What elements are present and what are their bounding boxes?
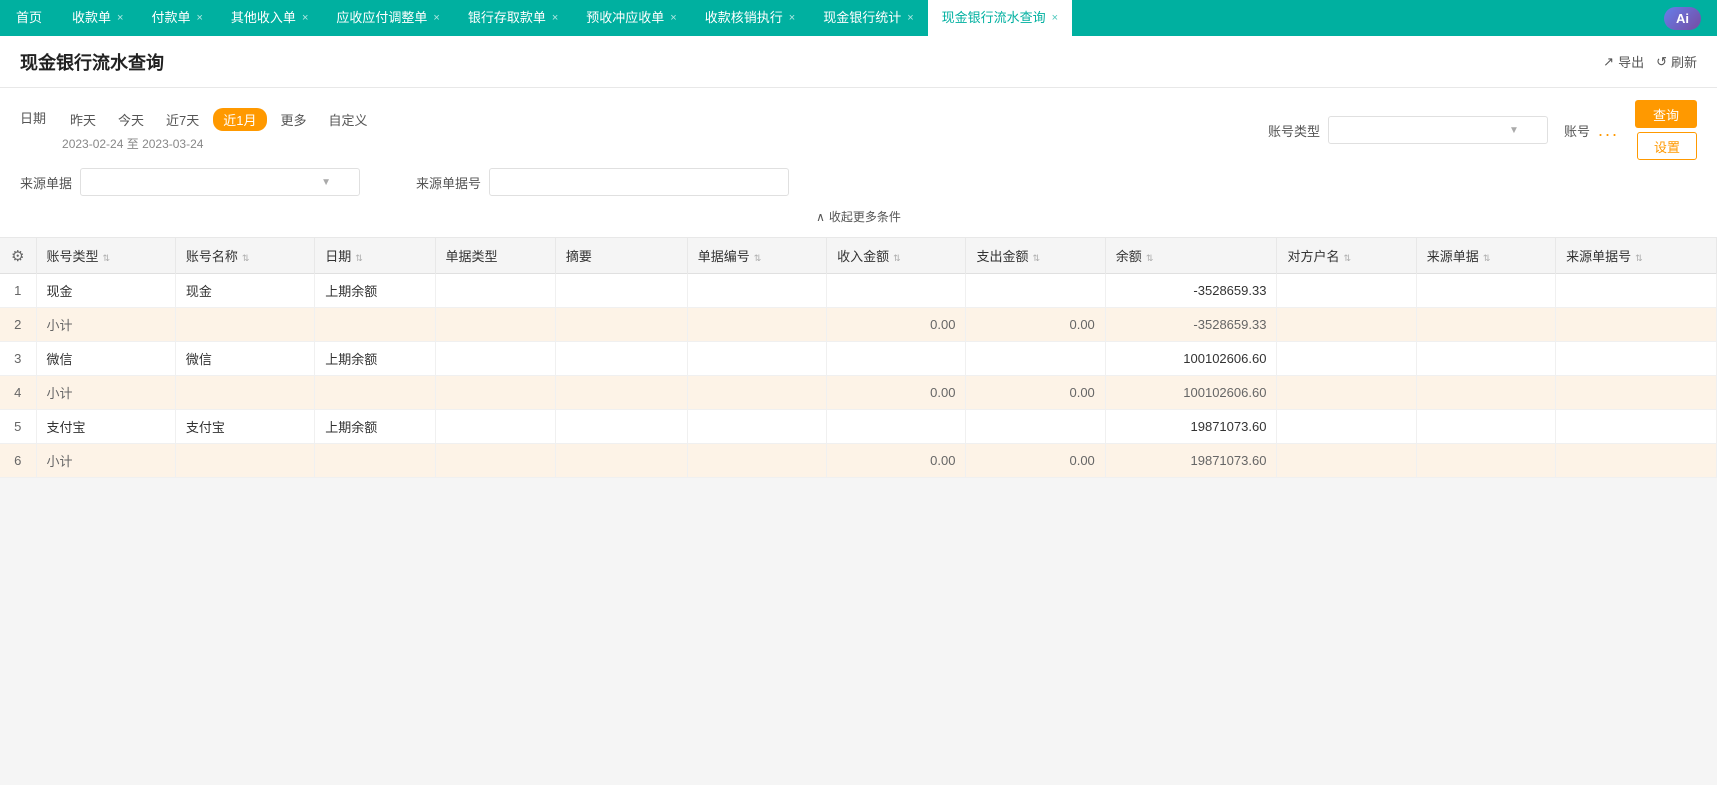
account-label: 账号 xyxy=(1564,121,1590,140)
sort-source-doc-no[interactable]: ⇅ xyxy=(1635,253,1643,263)
nav-tab-tongji[interactable]: 现金银行统计 × xyxy=(809,0,927,36)
account-type-label: 账号类型 xyxy=(1268,121,1320,140)
table-row[interactable]: 1现金现金上期余额-3528659.33 xyxy=(0,274,1717,308)
col-counterpart: 对方户名⇅ xyxy=(1277,238,1416,274)
date-opt-1month[interactable]: 近1月 xyxy=(213,108,266,131)
date-opt-7days[interactable]: 近7天 xyxy=(158,108,207,131)
source-doc-no-label: 来源单据号 xyxy=(416,173,481,192)
account-type-section: 账号类型 ▼ xyxy=(1268,116,1548,144)
source-doc-no-section: 来源单据号 xyxy=(416,168,789,196)
col-account-name: 账号名称⇅ xyxy=(175,238,314,274)
filter-area: 日期 昨天 今天 近7天 近1月 更多 自定义 2023-02-24 至 202… xyxy=(0,88,1717,238)
header-actions: ↗ 导出 ↺ 刷新 xyxy=(1603,52,1697,71)
nav-tab-yushou[interactable]: 预收冲应收单 × xyxy=(572,0,690,36)
col-expense: 支出金额⇅ xyxy=(966,238,1105,274)
export-icon: ↗ xyxy=(1603,54,1614,70)
filter-date-section: 日期 昨天 今天 近7天 近1月 更多 自定义 2023-02-24 至 202… xyxy=(20,108,1192,152)
table-header-row: ⚙ 账号类型⇅ 账号名称⇅ 日期⇅ 单据类型 摘要 单据编号⇅ 收入金额⇅ xyxy=(0,238,1717,274)
close-fukuan-tab[interactable]: × xyxy=(196,0,202,36)
nav-tab-shoukuan[interactable]: 收款单 × xyxy=(58,0,137,36)
table-row[interactable]: 6小计0.000.0019871073.60 xyxy=(0,444,1717,478)
sort-balance[interactable]: ⇅ xyxy=(1146,253,1154,263)
header-bar: 现金银行流水查询 ↗ 导出 ↺ 刷新 xyxy=(0,36,1717,88)
table-row[interactable]: 5支付宝支付宝上期余额19871073.60 xyxy=(0,410,1717,444)
data-table: ⚙ 账号类型⇅ 账号名称⇅ 日期⇅ 单据类型 摘要 单据编号⇅ 收入金额⇅ xyxy=(0,238,1717,478)
refresh-button[interactable]: ↺ 刷新 xyxy=(1656,52,1697,71)
close-qitashouru-tab[interactable]: × xyxy=(302,0,308,36)
date-label: 日期 xyxy=(20,108,46,127)
close-tiaozheng-tab[interactable]: × xyxy=(433,0,439,36)
settings-button[interactable]: 设置 xyxy=(1637,132,1697,160)
col-source-doc-no: 来源单据号⇅ xyxy=(1556,238,1717,274)
account-type-arrow-icon: ▼ xyxy=(1509,125,1519,136)
date-opt-yesterday[interactable]: 昨天 xyxy=(62,108,104,131)
date-opt-custom[interactable]: 自定义 xyxy=(321,108,376,131)
date-opt-more[interactable]: 更多 xyxy=(273,108,315,131)
column-settings-icon[interactable]: ⚙ xyxy=(11,248,24,265)
account-type-select[interactable]: ▼ xyxy=(1328,116,1548,144)
sort-account-name[interactable]: ⇅ xyxy=(242,253,250,263)
ai-button[interactable]: Ai xyxy=(1664,7,1701,30)
table-row[interactable]: 4小计0.000.00100102606.60 xyxy=(0,376,1717,410)
sort-account-type[interactable]: ⇅ xyxy=(103,253,111,263)
close-liushui-tab[interactable]: × xyxy=(1052,0,1058,36)
sort-expense[interactable]: ⇅ xyxy=(1032,253,1040,263)
collapse-icon: ∧ xyxy=(816,210,825,224)
table-row[interactable]: 2小计0.000.00-3528659.33 xyxy=(0,308,1717,342)
nav-tab-yinhang[interactable]: 银行存取款单 × xyxy=(454,0,572,36)
source-doc-select[interactable]: ▼ xyxy=(80,168,360,196)
col-gear[interactable]: ⚙ xyxy=(0,238,36,274)
account-section: 账号 ... xyxy=(1564,120,1619,141)
nav-home[interactable]: 首页 xyxy=(0,0,58,36)
col-doc-type: 单据类型 xyxy=(435,238,555,274)
filter-right-actions: 查询 设置 xyxy=(1635,100,1697,160)
nav-tab-hexiao[interactable]: 收款核销执行 × xyxy=(691,0,809,36)
refresh-icon: ↺ xyxy=(1656,54,1667,70)
close-tongji-tab[interactable]: × xyxy=(907,0,913,36)
col-source-doc: 来源单据⇅ xyxy=(1416,238,1555,274)
table-row[interactable]: 3微信微信上期余额100102606.60 xyxy=(0,342,1717,376)
source-doc-section: 来源单据 ▼ xyxy=(20,168,360,196)
col-account-type: 账号类型⇅ xyxy=(36,238,175,274)
sort-counterpart[interactable]: ⇅ xyxy=(1343,253,1351,263)
export-button[interactable]: ↗ 导出 xyxy=(1603,52,1644,71)
sort-date[interactable]: ⇅ xyxy=(355,253,363,263)
sort-income[interactable]: ⇅ xyxy=(893,253,901,263)
nav-tab-tiaozheng[interactable]: 应收应付调整单 × xyxy=(322,0,453,36)
table-container: ⚙ 账号类型⇅ 账号名称⇅ 日期⇅ 单据类型 摘要 单据编号⇅ 收入金额⇅ xyxy=(0,238,1717,478)
source-doc-arrow-icon: ▼ xyxy=(321,177,331,188)
close-shoukuan-tab[interactable]: × xyxy=(117,0,123,36)
col-doc-no: 单据编号⇅ xyxy=(687,238,826,274)
query-button[interactable]: 查询 xyxy=(1635,100,1697,128)
filter-row-2: 来源单据 ▼ 来源单据号 xyxy=(20,168,1697,196)
sort-source-doc[interactable]: ⇅ xyxy=(1483,253,1491,263)
top-navigation: 首页 收款单 × 付款单 × 其他收入单 × 应收应付调整单 × 银行存取款单 … xyxy=(0,0,1717,36)
date-range-display: 2023-02-24 至 2023-03-24 xyxy=(62,135,376,152)
close-yinhang-tab[interactable]: × xyxy=(552,0,558,36)
close-hexiao-tab[interactable]: × xyxy=(789,0,795,36)
source-doc-label: 来源单据 xyxy=(20,173,72,192)
source-doc-no-input[interactable] xyxy=(489,168,789,196)
account-dots-button[interactable]: ... xyxy=(1598,120,1619,141)
col-summary: 摘要 xyxy=(555,238,687,274)
filter-row-1: 日期 昨天 今天 近7天 近1月 更多 自定义 2023-02-24 至 202… xyxy=(20,100,1697,160)
col-balance: 余额⇅ xyxy=(1105,238,1277,274)
nav-tab-qitashouru[interactable]: 其他收入单 × xyxy=(217,0,322,36)
col-date: 日期⇅ xyxy=(315,238,435,274)
date-opt-today[interactable]: 今天 xyxy=(110,108,152,131)
date-block: 昨天 今天 近7天 近1月 更多 自定义 2023-02-24 至 2023-0… xyxy=(62,108,376,152)
collapse-bar[interactable]: ∧ 收起更多条件 xyxy=(20,204,1697,229)
nav-tab-liushui[interactable]: 现金银行流水查询 × xyxy=(928,0,1072,36)
close-yushou-tab[interactable]: × xyxy=(670,0,676,36)
nav-tab-fukuan[interactable]: 付款单 × xyxy=(137,0,216,36)
date-options: 昨天 今天 近7天 近1月 更多 自定义 xyxy=(62,108,376,131)
sort-doc-no[interactable]: ⇅ xyxy=(754,253,762,263)
col-income: 收入金额⇅ xyxy=(827,238,966,274)
page-title: 现金银行流水查询 xyxy=(20,49,164,75)
